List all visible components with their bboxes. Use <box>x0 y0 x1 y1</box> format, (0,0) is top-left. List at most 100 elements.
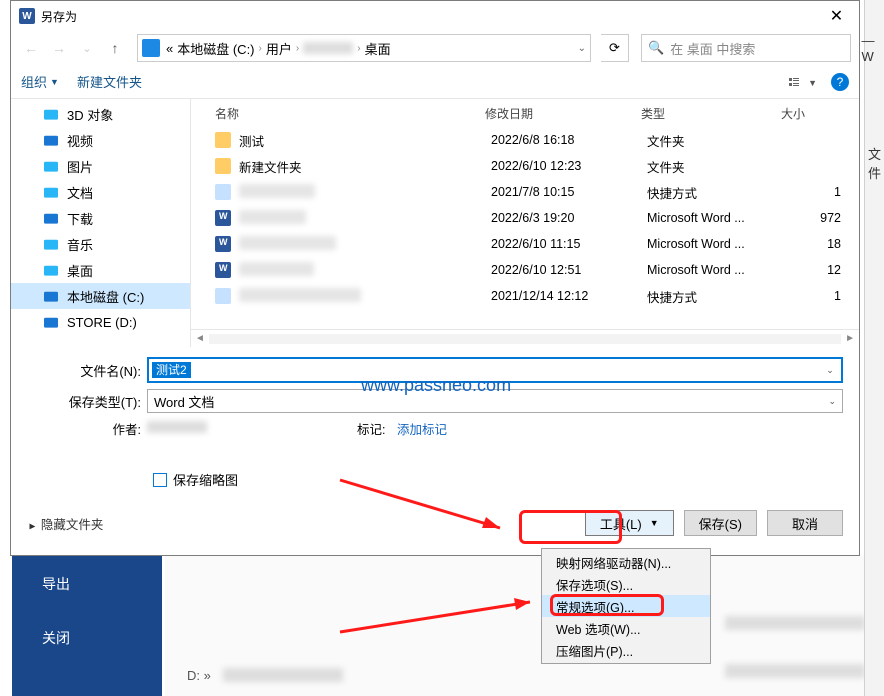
backstage-export[interactable]: 导出 <box>12 564 162 604</box>
search-input[interactable]: 🔍 在 桌面 中搜索 <box>641 34 851 62</box>
close-button[interactable]: ✕ <box>814 1 859 31</box>
menu-item[interactable]: 常规选项(G)... <box>542 595 710 617</box>
tools-menu: 映射网络驱动器(N)...保存选项(S)...常规选项(G)...Web 选项(… <box>541 548 711 664</box>
search-placeholder: 在 桌面 中搜索 <box>670 39 755 58</box>
chevron-down-icon: ▼ <box>50 77 59 87</box>
nav-back[interactable]: ← <box>19 36 43 60</box>
tree-item-本地磁盘 (C:)[interactable]: 本地磁盘 (C:) <box>11 283 190 309</box>
word-icon <box>215 210 231 226</box>
folder-icon <box>43 132 59 148</box>
h-scrollbar[interactable]: ◄► <box>191 329 859 347</box>
tree-item-3D 对象[interactable]: 3D 对象 <box>11 101 190 127</box>
type-label: 保存类型(T): <box>27 392 147 411</box>
folder-icon <box>43 314 59 330</box>
drive-icon <box>142 39 160 57</box>
tree-item-图片[interactable]: 图片 <box>11 153 190 179</box>
watermark: www.passneo.com <box>361 375 511 396</box>
bottom-row: ▲隐藏文件夹 工具(L)▼ 保存(S) 取消 <box>11 497 859 549</box>
nav-row: ← → ⌄ ↑ « 本地磁盘 (C:) › 用户 › › 桌面 ⌄ ⟳ 🔍 在 … <box>11 31 859 65</box>
titlebar: W 另存为 ✕ <box>11 1 859 31</box>
folder-icon <box>43 158 59 174</box>
file-row[interactable]: 2022/6/10 11:15Microsoft Word ...18 <box>191 231 859 257</box>
chevron-right-icon: › <box>357 43 360 54</box>
folder-icon <box>43 106 59 122</box>
folder-icon <box>43 184 59 200</box>
chevron-right-icon: › <box>259 43 262 54</box>
list-header: 名称 修改日期 类型 大小 <box>191 99 859 127</box>
search-icon: 🔍 <box>648 40 664 56</box>
shortcut-icon <box>215 184 231 200</box>
shortcut-icon <box>215 288 231 304</box>
right-edge: — W 文 件 <box>864 0 884 696</box>
word-icon: W <box>19 8 35 24</box>
folder-icon <box>215 158 231 174</box>
folder-icon <box>43 210 59 226</box>
crumb-2-blurred[interactable] <box>303 42 353 54</box>
tree-item-视频[interactable]: 视频 <box>11 127 190 153</box>
tree-item-桌面[interactable]: 桌面 <box>11 257 190 283</box>
file-list: 名称 修改日期 类型 大小 测试2022/6/8 16:18文件夹新建文件夹20… <box>191 99 859 347</box>
menu-item[interactable]: Web 选项(W)... <box>542 617 710 639</box>
toolbar: 组织 ▼ 新建文件夹 ▼ ? <box>11 65 859 99</box>
organize-button[interactable]: 组织 <box>21 72 47 91</box>
folder-tree[interactable]: 3D 对象视频图片文档下载音乐桌面本地磁盘 (C:)STORE (D:) <box>11 99 191 347</box>
new-folder-button[interactable]: 新建文件夹 <box>77 72 142 91</box>
tree-item-STORE (D:)[interactable]: STORE (D:) <box>11 309 190 335</box>
addr-dropdown[interactable]: ⌄ <box>578 43 586 54</box>
cancel-button[interactable]: 取消 <box>767 510 843 536</box>
menu-item[interactable]: 映射网络驱动器(N)... <box>542 551 710 573</box>
form: 文件名(N): 测试2 ⌄ 保存类型(T): Word 文档 ⌄ 作者: 标记:… <box>11 347 859 497</box>
tag-value[interactable]: 添加标记 <box>397 419 447 438</box>
folder-icon <box>43 288 59 304</box>
save-thumb-label: 保存缩略图 <box>173 470 238 489</box>
nav-up[interactable]: ↑ <box>103 36 127 60</box>
chevron-right-icon: › <box>296 43 299 54</box>
backstage-panel: D: » <box>165 556 880 696</box>
crumb-0[interactable]: 本地磁盘 (C:) <box>177 39 254 58</box>
filename-label: 文件名(N): <box>27 361 147 380</box>
tree-item-音乐[interactable]: 音乐 <box>11 231 190 257</box>
file-row[interactable]: 新建文件夹2022/6/10 12:23文件夹 <box>191 153 859 179</box>
author-value[interactable] <box>147 421 357 436</box>
dialog-title: 另存为 <box>41 8 814 25</box>
menu-item[interactable]: 压缩图片(P)... <box>542 639 710 661</box>
address-bar[interactable]: « 本地磁盘 (C:) › 用户 › › 桌面 ⌄ <box>137 34 591 62</box>
col-date[interactable]: 修改日期 <box>485 105 641 122</box>
word-icon <box>215 236 231 252</box>
chevron-down-icon: ⌄ <box>828 396 836 407</box>
backstage-nav: 导出 关闭 <box>12 556 162 696</box>
file-row[interactable]: 2021/12/14 12:12快捷方式1 <box>191 283 859 309</box>
col-size[interactable]: 大小 <box>781 105 859 122</box>
word-icon <box>215 262 231 278</box>
folder-icon <box>43 262 59 278</box>
folder-icon <box>215 132 231 148</box>
addr-prefix: « <box>166 41 173 56</box>
backstage-close[interactable]: 关闭 <box>12 618 162 658</box>
hide-folders-link[interactable]: ▲隐藏文件夹 <box>27 514 103 533</box>
file-row[interactable]: 2022/6/3 19:20Microsoft Word ...972 <box>191 205 859 231</box>
file-row[interactable]: 2021/7/8 10:15快捷方式1 <box>191 179 859 205</box>
save-thumb-checkbox[interactable] <box>153 473 167 487</box>
crumb-3[interactable]: 桌面 <box>365 39 391 58</box>
nav-recent[interactable]: ⌄ <box>75 36 99 60</box>
folder-icon <box>43 236 59 252</box>
crumb-1[interactable]: 用户 <box>266 39 292 58</box>
tag-label: 标记: <box>357 419 397 438</box>
menu-item[interactable]: 保存选项(S)... <box>542 573 710 595</box>
save-button[interactable]: 保存(S) <box>684 510 757 536</box>
tree-item-下载[interactable]: 下载 <box>11 205 190 231</box>
chevron-down-icon[interactable]: ⌄ <box>821 361 839 379</box>
right-edge-label: 文 <box>868 144 881 163</box>
save-as-dialog: W 另存为 ✕ ← → ⌄ ↑ « 本地磁盘 (C:) › 用户 › › 桌面 … <box>10 0 860 556</box>
refresh-button[interactable]: ⟳ <box>601 34 629 62</box>
col-type[interactable]: 类型 <box>641 105 781 122</box>
col-name[interactable]: 名称 <box>215 105 485 122</box>
file-row[interactable]: 测试2022/6/8 16:18文件夹 <box>191 127 859 153</box>
author-label: 作者: <box>27 419 147 438</box>
nav-forward[interactable]: → <box>47 36 71 60</box>
tree-item-文档[interactable]: 文档 <box>11 179 190 205</box>
help-button[interactable]: ? <box>831 73 849 91</box>
file-row[interactable]: 2022/6/10 12:51Microsoft Word ...12 <box>191 257 859 283</box>
tools-button[interactable]: 工具(L)▼ <box>585 510 674 536</box>
view-button[interactable]: ▼ <box>789 74 817 89</box>
